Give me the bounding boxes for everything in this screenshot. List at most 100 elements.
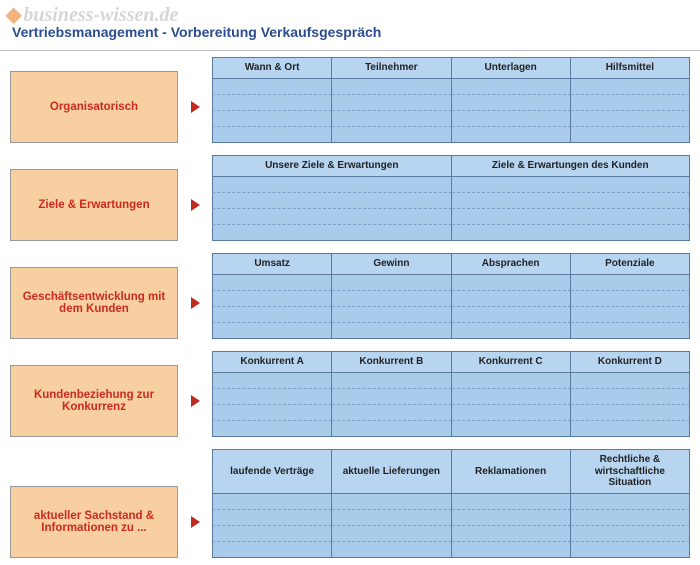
table-cell[interactable] <box>212 323 332 339</box>
section-label-ziele: Ziele & Erwartungen <box>10 169 178 241</box>
table-cell[interactable] <box>212 79 332 95</box>
table-cell[interactable] <box>332 405 451 421</box>
table-cell[interactable] <box>571 373 690 389</box>
table-cell[interactable] <box>571 291 690 307</box>
grid-body <box>212 177 690 241</box>
table-cell[interactable] <box>212 526 332 542</box>
table-cell[interactable] <box>452 95 571 111</box>
arrow-col <box>178 169 212 241</box>
table-cell[interactable] <box>452 389 571 405</box>
table-cell[interactable] <box>452 494 571 510</box>
table-cell[interactable] <box>452 526 571 542</box>
table-cell[interactable] <box>332 95 451 111</box>
table-cell[interactable] <box>332 79 451 95</box>
table-cell[interactable] <box>571 542 690 558</box>
table-cell[interactable] <box>452 510 571 526</box>
table-cell[interactable] <box>571 307 690 323</box>
column-header: Potenziale <box>571 253 690 275</box>
page-title: Vertriebsmanagement - Vorbereitung Verka… <box>0 0 700 51</box>
table-cell[interactable] <box>332 510 451 526</box>
table-cell[interactable] <box>212 209 452 225</box>
table-cell[interactable] <box>571 95 690 111</box>
table-cell[interactable] <box>571 526 690 542</box>
table-cell[interactable] <box>212 225 452 241</box>
table-cell[interactable] <box>332 389 451 405</box>
table-cell[interactable] <box>212 193 452 209</box>
table-cell[interactable] <box>212 95 332 111</box>
section-row: Kundenbeziehung zur Konkurrenz Konkurren… <box>10 351 690 437</box>
table-cell[interactable] <box>452 542 571 558</box>
grid-headers: Unsere Ziele & Erwartungen Ziele & Erwar… <box>212 155 690 177</box>
column-header: Reklamationen <box>452 449 571 494</box>
grid: Unsere Ziele & Erwartungen Ziele & Erwar… <box>212 155 690 241</box>
column-header: Absprachen <box>452 253 571 275</box>
table-cell[interactable] <box>212 275 332 291</box>
table-cell[interactable] <box>452 421 571 437</box>
table-cell[interactable] <box>571 79 690 95</box>
table-cell[interactable] <box>212 307 332 323</box>
table-cell[interactable] <box>332 291 451 307</box>
column-header: Ziele & Erwartungen des Kunden <box>452 155 691 177</box>
table-cell[interactable] <box>452 291 571 307</box>
table-cell[interactable] <box>212 389 332 405</box>
table-cell[interactable] <box>212 127 332 143</box>
table-cell[interactable] <box>571 111 690 127</box>
table-cell[interactable] <box>571 405 690 421</box>
table-cell[interactable] <box>332 526 451 542</box>
section-row: Geschäftsentwicklung mit dem Kunden Umsa… <box>10 253 690 339</box>
section-label-organisatorisch: Organisatorisch <box>10 71 178 143</box>
grid: Konkurrent A Konkurrent B Konkurrent C K… <box>212 351 690 437</box>
column-header: Rechtliche & wirtschaftliche Situation <box>571 449 690 494</box>
table-cell[interactable] <box>332 542 451 558</box>
table-cell[interactable] <box>212 542 332 558</box>
table-cell[interactable] <box>212 494 332 510</box>
table-cell[interactable] <box>452 373 571 389</box>
table-cell[interactable] <box>571 421 690 437</box>
table-cell[interactable] <box>452 323 571 339</box>
table-cell[interactable] <box>332 275 451 291</box>
table-cell[interactable] <box>332 323 451 339</box>
column-header: laufende Verträge <box>212 449 332 494</box>
table-cell[interactable] <box>571 389 690 405</box>
table-cell[interactable] <box>452 127 571 143</box>
table-cell[interactable] <box>452 111 571 127</box>
section-label-sachstand: aktueller Sachstand & Informationen zu .… <box>10 486 178 558</box>
grid: Wann & Ort Teilnehmer Unterlagen Hilfsmi… <box>212 57 690 143</box>
table-cell[interactable] <box>452 79 571 95</box>
table-cell[interactable] <box>571 323 690 339</box>
table-cell[interactable] <box>212 510 332 526</box>
table-cell[interactable] <box>452 209 691 225</box>
table-cell[interactable] <box>212 177 452 193</box>
table-cell[interactable] <box>452 405 571 421</box>
table-cell[interactable] <box>332 421 451 437</box>
table-cell[interactable] <box>452 275 571 291</box>
table-cell[interactable] <box>452 307 571 323</box>
table-cell[interactable] <box>212 373 332 389</box>
column-header: Umsatz <box>212 253 332 275</box>
table-cell[interactable] <box>332 373 451 389</box>
table-cell[interactable] <box>332 494 451 510</box>
table-cell[interactable] <box>212 111 332 127</box>
table-cell[interactable] <box>571 510 690 526</box>
table-cell[interactable] <box>452 225 691 241</box>
table-cell[interactable] <box>212 421 332 437</box>
grid-body <box>212 79 690 143</box>
column-header: Gewinn <box>332 253 451 275</box>
arrow-icon <box>191 395 200 407</box>
table-cell[interactable] <box>332 307 451 323</box>
table-cell[interactable] <box>571 275 690 291</box>
table-cell[interactable] <box>571 127 690 143</box>
grid-headers: Konkurrent A Konkurrent B Konkurrent C K… <box>212 351 690 373</box>
table-cell[interactable] <box>212 291 332 307</box>
table-cell[interactable] <box>571 494 690 510</box>
table-cell[interactable] <box>212 405 332 421</box>
table-cell[interactable] <box>452 193 691 209</box>
column-header: Konkurrent D <box>571 351 690 373</box>
section-label-geschaeftsentwicklung: Geschäftsentwicklung mit dem Kunden <box>10 267 178 339</box>
section-row: Ziele & Erwartungen Unsere Ziele & Erwar… <box>10 155 690 241</box>
table-cell[interactable] <box>332 111 451 127</box>
column-header: Konkurrent C <box>452 351 571 373</box>
table-cell[interactable] <box>452 177 691 193</box>
table-cell[interactable] <box>332 127 451 143</box>
arrow-icon <box>191 297 200 309</box>
